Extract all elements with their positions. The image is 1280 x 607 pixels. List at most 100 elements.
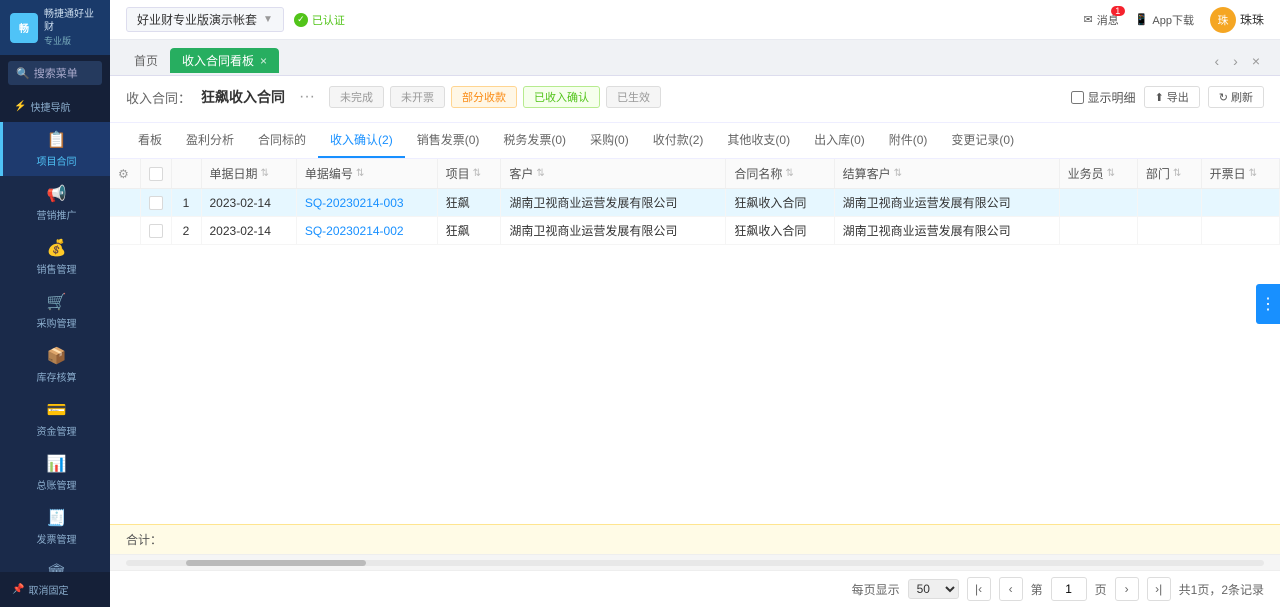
tab-attachment[interactable]: 附件(0) xyxy=(877,123,940,158)
sidebar-item-tax[interactable]: 🏛 税务管理 xyxy=(0,554,110,572)
sidebar-item-invoice[interactable]: 🧾 发票管理 xyxy=(0,500,110,554)
total-label: 合计： xyxy=(126,531,162,548)
sidebar-item-project[interactable]: 📋 项目合同 xyxy=(0,122,110,176)
sort-open-date-icon[interactable]: ⇅ xyxy=(1249,168,1257,179)
row1-checkbox[interactable] xyxy=(149,196,163,210)
sidebar-item-capital[interactable]: 💳 资金管理 xyxy=(0,392,110,446)
status-tag-partial[interactable]: 部分收款 xyxy=(451,86,517,108)
row2-checkbox[interactable] xyxy=(149,224,163,238)
tab-progress[interactable]: 合同标的 xyxy=(246,123,318,158)
horizontal-scrollbar[interactable] xyxy=(110,554,1280,570)
status-tag-confirmed[interactable]: 已收入确认 xyxy=(523,86,600,108)
show-detail-checkbox[interactable] xyxy=(1071,91,1084,104)
cancel-pin-button[interactable]: 📌 取消固定 xyxy=(6,578,104,601)
table-row[interactable]: 1 2023-02-14 SQ-20230214-003 狂飙 湖南卫视商业运营… xyxy=(110,189,1280,217)
phone-icon: 📱 xyxy=(1135,13,1149,26)
show-detail-checkbox-label[interactable]: 显示明细 xyxy=(1071,86,1136,108)
row1-number-link[interactable]: SQ-20230214-003 xyxy=(305,196,404,210)
tab-board[interactable]: 看板 xyxy=(126,123,174,158)
page-number-input[interactable] xyxy=(1051,577,1087,601)
page-next-button[interactable]: › xyxy=(1115,577,1139,601)
sort-date-icon[interactable]: ⇅ xyxy=(261,168,269,179)
row2-salesperson xyxy=(1059,217,1137,245)
scroll-thumb[interactable] xyxy=(186,560,366,566)
sidebar-item-inventory[interactable]: 📦 库存核算 xyxy=(0,338,110,392)
company-selector[interactable]: 好业财专业版演示帐套 ▼ xyxy=(126,7,284,32)
sidebar-item-purchase[interactable]: 🛒 采购管理 xyxy=(0,284,110,338)
tab-confirm[interactable]: 收入确认(2) xyxy=(318,123,405,158)
scroll-track[interactable] xyxy=(126,560,1264,566)
tab-warehouse[interactable]: 出入库(0) xyxy=(802,123,877,158)
sidebar-item-general[interactable]: 📊 总账管理 xyxy=(0,446,110,500)
page-prev-button[interactable]: ‹ xyxy=(999,577,1023,601)
quick-nav-button[interactable]: ⚡ 快捷导航 xyxy=(8,95,102,118)
invoice-icon: 🧾 xyxy=(47,508,67,528)
pin-icon: 📌 xyxy=(12,584,24,595)
tab-nav-next-icon[interactable]: › xyxy=(1229,51,1242,71)
status-tag-effective[interactable]: 已生效 xyxy=(606,86,661,108)
export-button[interactable]: ⬆ 导出 xyxy=(1144,86,1200,108)
tab-changes[interactable]: 变更记录(0) xyxy=(939,123,1026,158)
row1-project: 狂飙 xyxy=(437,189,501,217)
row1-check[interactable] xyxy=(140,189,171,217)
per-page-select[interactable]: 20 50 100 xyxy=(908,579,959,599)
user-profile[interactable]: 珠 珠珠 xyxy=(1210,7,1264,33)
search-menu-button[interactable]: 🔍 搜索菜单 xyxy=(8,61,102,85)
sidebar-item-capital-label: 资金管理 xyxy=(37,423,77,438)
tab-purchase[interactable]: 采购(0) xyxy=(578,123,641,158)
home-label: 首页 xyxy=(134,54,158,68)
sort-customer-icon[interactable]: ⇅ xyxy=(536,168,544,179)
tab-tax-invoice[interactable]: 税务发票(0) xyxy=(491,123,578,158)
tab-other[interactable]: 其他收支(0) xyxy=(715,123,802,158)
row2-number-link[interactable]: SQ-20230214-002 xyxy=(305,224,404,238)
status-tags: 未完成 未开票 部分收款 已收入确认 已生效 xyxy=(329,86,661,108)
sidebar-item-marketing[interactable]: 📢 营销推广 xyxy=(0,176,110,230)
page-last-button[interactable]: ›| xyxy=(1147,577,1171,601)
sort-number-icon[interactable]: ⇅ xyxy=(356,168,364,179)
refresh-button[interactable]: ↻ 刷新 xyxy=(1208,86,1264,108)
contract-label: 收入合同： xyxy=(126,88,191,107)
row2-check[interactable] xyxy=(140,217,171,245)
th-customer-label: 客户 xyxy=(509,165,533,182)
certified-text: 已认证 xyxy=(312,12,345,28)
app-download-button[interactable]: 📱 App下载 xyxy=(1135,12,1194,28)
page-first-button[interactable]: |‹ xyxy=(967,577,991,601)
tab-home[interactable]: 首页 xyxy=(126,48,166,73)
tab-nav-prev-icon[interactable]: ‹ xyxy=(1210,51,1223,71)
sort-salesperson-icon[interactable]: ⇅ xyxy=(1107,168,1115,179)
contract-more-button[interactable]: ··· xyxy=(295,88,319,106)
row2-contract-name: 狂飙收入合同 xyxy=(726,217,834,245)
tab-payment[interactable]: 收付款(2) xyxy=(641,123,716,158)
sort-contract-name-icon[interactable]: ⇅ xyxy=(785,168,793,179)
sidebar-search-area: 🔍 搜索菜单 xyxy=(0,55,110,91)
row2-final-customer: 湖南卫视商业运营发展有限公司 xyxy=(834,217,1059,245)
status-tag-incomplete[interactable]: 未完成 xyxy=(329,86,384,108)
tab-sales-invoice[interactable]: 销售发票(0) xyxy=(405,123,492,158)
tab-contract-board[interactable]: 收入合同看板 × xyxy=(170,48,279,73)
page-label: 第 xyxy=(1031,581,1043,598)
message-badge: 1 xyxy=(1111,6,1125,16)
status-tag-no-invoice[interactable]: 未开票 xyxy=(390,86,445,108)
sidebar-item-general-label: 总账管理 xyxy=(37,477,77,492)
tab-profit[interactable]: 盈利分析 xyxy=(174,123,246,158)
tab-nav-close-icon[interactable]: × xyxy=(1248,51,1264,71)
page-label-end: 页 xyxy=(1095,581,1107,598)
sort-final-customer-icon[interactable]: ⇅ xyxy=(894,168,902,179)
tab-nav-buttons: ‹ › × xyxy=(1210,51,1264,71)
sort-dept-icon[interactable]: ⇅ xyxy=(1173,168,1181,179)
message-button[interactable]: ✉ 消息 1 xyxy=(1083,12,1118,28)
row1-number[interactable]: SQ-20230214-003 xyxy=(296,189,437,217)
column-settings-icon[interactable]: ⚙ xyxy=(118,167,129,181)
tab-close-icon[interactable]: × xyxy=(260,54,267,68)
th-final-customer: 结算客户 ⇅ xyxy=(834,159,1059,189)
select-all-checkbox[interactable] xyxy=(149,167,163,181)
sidebar-bottom: 📌 取消固定 xyxy=(0,572,110,607)
sidebar-item-sales[interactable]: 💰 销售管理 xyxy=(0,230,110,284)
row2-number[interactable]: SQ-20230214-002 xyxy=(296,217,437,245)
side-action-panel[interactable]: ⋮ xyxy=(1256,284,1280,324)
th-open-date: 开票日 ⇅ xyxy=(1201,159,1279,189)
sort-project-icon[interactable]: ⇅ xyxy=(473,168,481,179)
contract-name: 狂飙收入合同 xyxy=(201,87,285,107)
table-container: ⚙ 单据日期 ⇅ xyxy=(110,159,1280,524)
table-row[interactable]: 2 2023-02-14 SQ-20230214-002 狂飙 湖南卫视商业运营… xyxy=(110,217,1280,245)
